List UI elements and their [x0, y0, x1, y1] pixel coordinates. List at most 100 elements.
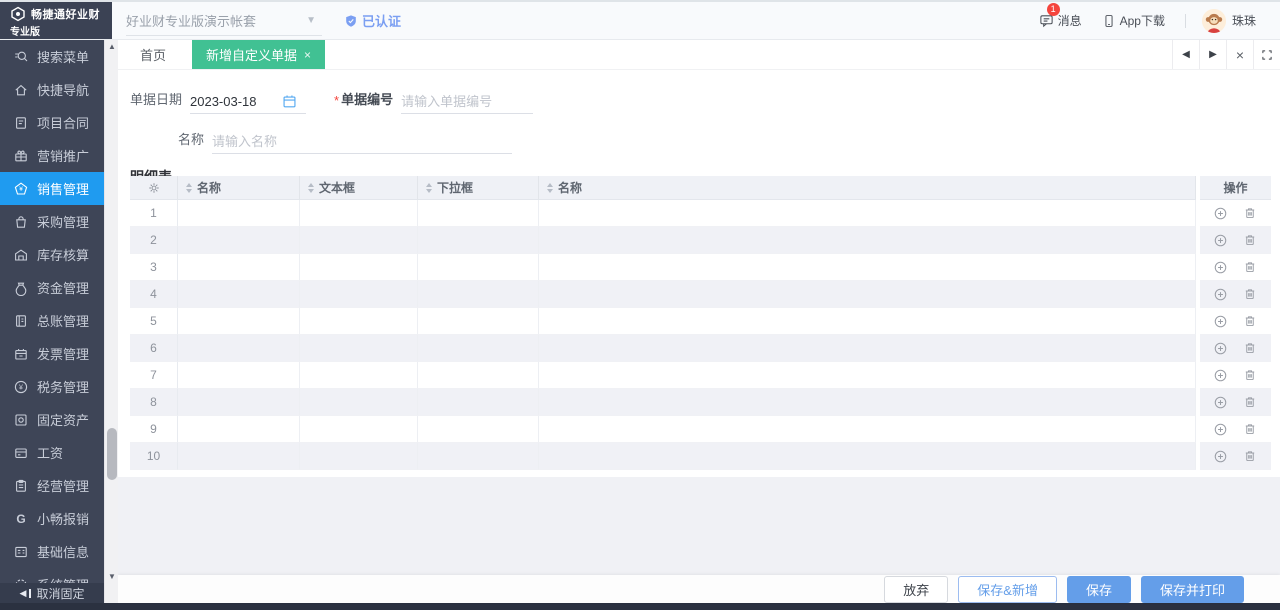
tab-new-custom-doc[interactable]: 新增自定义单据 ×: [192, 40, 326, 69]
row-cell-col2[interactable]: [300, 254, 418, 281]
sidebar-scrollbar[interactable]: ▲ ▼: [104, 40, 118, 603]
sort-caret-icon[interactable]: [547, 182, 553, 193]
sidebar-item-system[interactable]: 系统管理: [0, 568, 104, 583]
sidebar-item-tax[interactable]: ¥ 税务管理: [0, 370, 104, 403]
row-cell-col1[interactable]: [178, 389, 300, 416]
row-cell-col4[interactable]: [539, 200, 1196, 227]
sidebar-item-home[interactable]: 快捷导航: [0, 73, 104, 106]
sidebar-item-fixed-asset[interactable]: 固定资产: [0, 403, 104, 436]
sidebar-item-invoice[interactable]: 发票管理: [0, 337, 104, 370]
add-row-icon[interactable]: [1213, 206, 1228, 221]
action-button-保存并打印[interactable]: 保存并打印: [1140, 575, 1244, 603]
sidebar-item-purchase[interactable]: 采购管理: [0, 205, 104, 238]
unpin-sidebar-button[interactable]: ◀ 取消固定: [0, 583, 104, 603]
row-cell-col2[interactable]: [300, 362, 418, 389]
column-header-4[interactable]: 名称: [539, 176, 1196, 200]
row-cell-col3[interactable]: [418, 308, 539, 335]
tab-home[interactable]: 首页: [122, 40, 184, 69]
calendar-icon[interactable]: [282, 94, 297, 109]
date-field[interactable]: [190, 94, 307, 114]
row-cell-col4[interactable]: [539, 443, 1196, 470]
sidebar-item-reimburse[interactable]: G 小畅报销: [0, 502, 104, 535]
row-cell-col2[interactable]: [300, 200, 418, 227]
app-download-button[interactable]: App下载: [1102, 10, 1165, 32]
scrollbar-thumb[interactable]: [107, 428, 117, 480]
row-cell-col1[interactable]: [178, 308, 300, 335]
row-cell-col2[interactable]: [300, 308, 418, 335]
row-cell-col3[interactable]: [418, 362, 539, 389]
row-cell-col4[interactable]: [539, 254, 1196, 281]
column-header-2[interactable]: 文本框: [300, 176, 418, 200]
row-cell-col3[interactable]: [418, 227, 539, 254]
account-selector[interactable]: 好业财专业版演示帐套 ▼: [126, 6, 322, 36]
add-row-icon[interactable]: [1213, 368, 1228, 383]
add-row-icon[interactable]: [1213, 422, 1228, 437]
docno-input[interactable]: [401, 94, 530, 109]
add-row-icon[interactable]: [1213, 260, 1228, 275]
delete-row-icon[interactable]: [1243, 422, 1258, 437]
column-header-3[interactable]: 下拉框: [418, 176, 539, 200]
row-cell-col3[interactable]: [418, 254, 539, 281]
delete-row-icon[interactable]: [1243, 449, 1258, 464]
docno-field[interactable]: [401, 94, 534, 114]
delete-row-icon[interactable]: [1243, 395, 1258, 410]
sidebar-item-ledger[interactable]: 总账管理: [0, 304, 104, 337]
row-cell-col1[interactable]: [178, 200, 300, 227]
row-cell-col1[interactable]: [178, 335, 300, 362]
sort-caret-icon[interactable]: [186, 182, 192, 193]
sort-caret-icon[interactable]: [426, 182, 432, 193]
row-cell-col4[interactable]: [539, 362, 1196, 389]
column-settings-gear-icon[interactable]: [130, 176, 178, 200]
row-cell-col4[interactable]: [539, 416, 1196, 443]
fullscreen-button[interactable]: [1253, 40, 1280, 69]
row-cell-col3[interactable]: [418, 389, 539, 416]
tab-close-icon[interactable]: ×: [304, 48, 311, 62]
sidebar-item-basic-info[interactable]: 基础信息: [0, 535, 104, 568]
sort-caret-icon[interactable]: [308, 182, 314, 193]
action-button-保存&新增[interactable]: 保存&新增: [958, 575, 1057, 603]
sidebar-item-gift[interactable]: 营销推广: [0, 139, 104, 172]
row-cell-col1[interactable]: [178, 416, 300, 443]
row-cell-col4[interactable]: [539, 308, 1196, 335]
row-cell-col3[interactable]: [418, 335, 539, 362]
row-cell-col4[interactable]: [539, 335, 1196, 362]
tabs-scroll-left-button[interactable]: ◀: [1172, 40, 1199, 69]
sidebar-item-inventory[interactable]: 库存核算: [0, 238, 104, 271]
sidebar-item-salary[interactable]: 工资: [0, 436, 104, 469]
add-row-icon[interactable]: [1213, 395, 1228, 410]
name-input[interactable]: [212, 134, 509, 149]
delete-row-icon[interactable]: [1243, 368, 1258, 383]
sidebar-item-contract[interactable]: 项目合同: [0, 106, 104, 139]
tabs-close-all-button[interactable]: ×: [1226, 40, 1253, 69]
delete-row-icon[interactable]: [1243, 341, 1258, 356]
row-cell-col1[interactable]: [178, 362, 300, 389]
date-input[interactable]: [190, 94, 283, 109]
add-row-icon[interactable]: [1213, 314, 1228, 329]
scroll-down-button[interactable]: ▼: [105, 570, 119, 583]
row-cell-col2[interactable]: [300, 281, 418, 308]
add-row-icon[interactable]: [1213, 341, 1228, 356]
delete-row-icon[interactable]: [1243, 233, 1258, 248]
delete-row-icon[interactable]: [1243, 260, 1258, 275]
row-cell-col3[interactable]: [418, 281, 539, 308]
sidebar-item-operations[interactable]: 经营管理: [0, 469, 104, 502]
row-cell-col2[interactable]: [300, 335, 418, 362]
delete-row-icon[interactable]: [1243, 314, 1258, 329]
row-cell-col1[interactable]: [178, 254, 300, 281]
user-avatar[interactable]: [1201, 8, 1226, 33]
row-cell-col2[interactable]: [300, 443, 418, 470]
row-cell-col3[interactable]: [418, 200, 539, 227]
row-cell-col4[interactable]: [539, 227, 1196, 254]
delete-row-icon[interactable]: [1243, 287, 1258, 302]
row-cell-col4[interactable]: [539, 389, 1196, 416]
messages-button[interactable]: 1 消息: [1039, 2, 1082, 32]
row-cell-col2[interactable]: [300, 227, 418, 254]
row-cell-col2[interactable]: [300, 416, 418, 443]
row-cell-col4[interactable]: [539, 281, 1196, 308]
row-cell-col1[interactable]: [178, 443, 300, 470]
column-header-1[interactable]: 名称: [178, 176, 300, 200]
row-cell-col2[interactable]: [300, 389, 418, 416]
discard-button[interactable]: 放弃: [884, 575, 949, 603]
add-row-icon[interactable]: [1213, 233, 1228, 248]
sidebar-item-sales[interactable]: ¥ 销售管理: [0, 172, 104, 205]
